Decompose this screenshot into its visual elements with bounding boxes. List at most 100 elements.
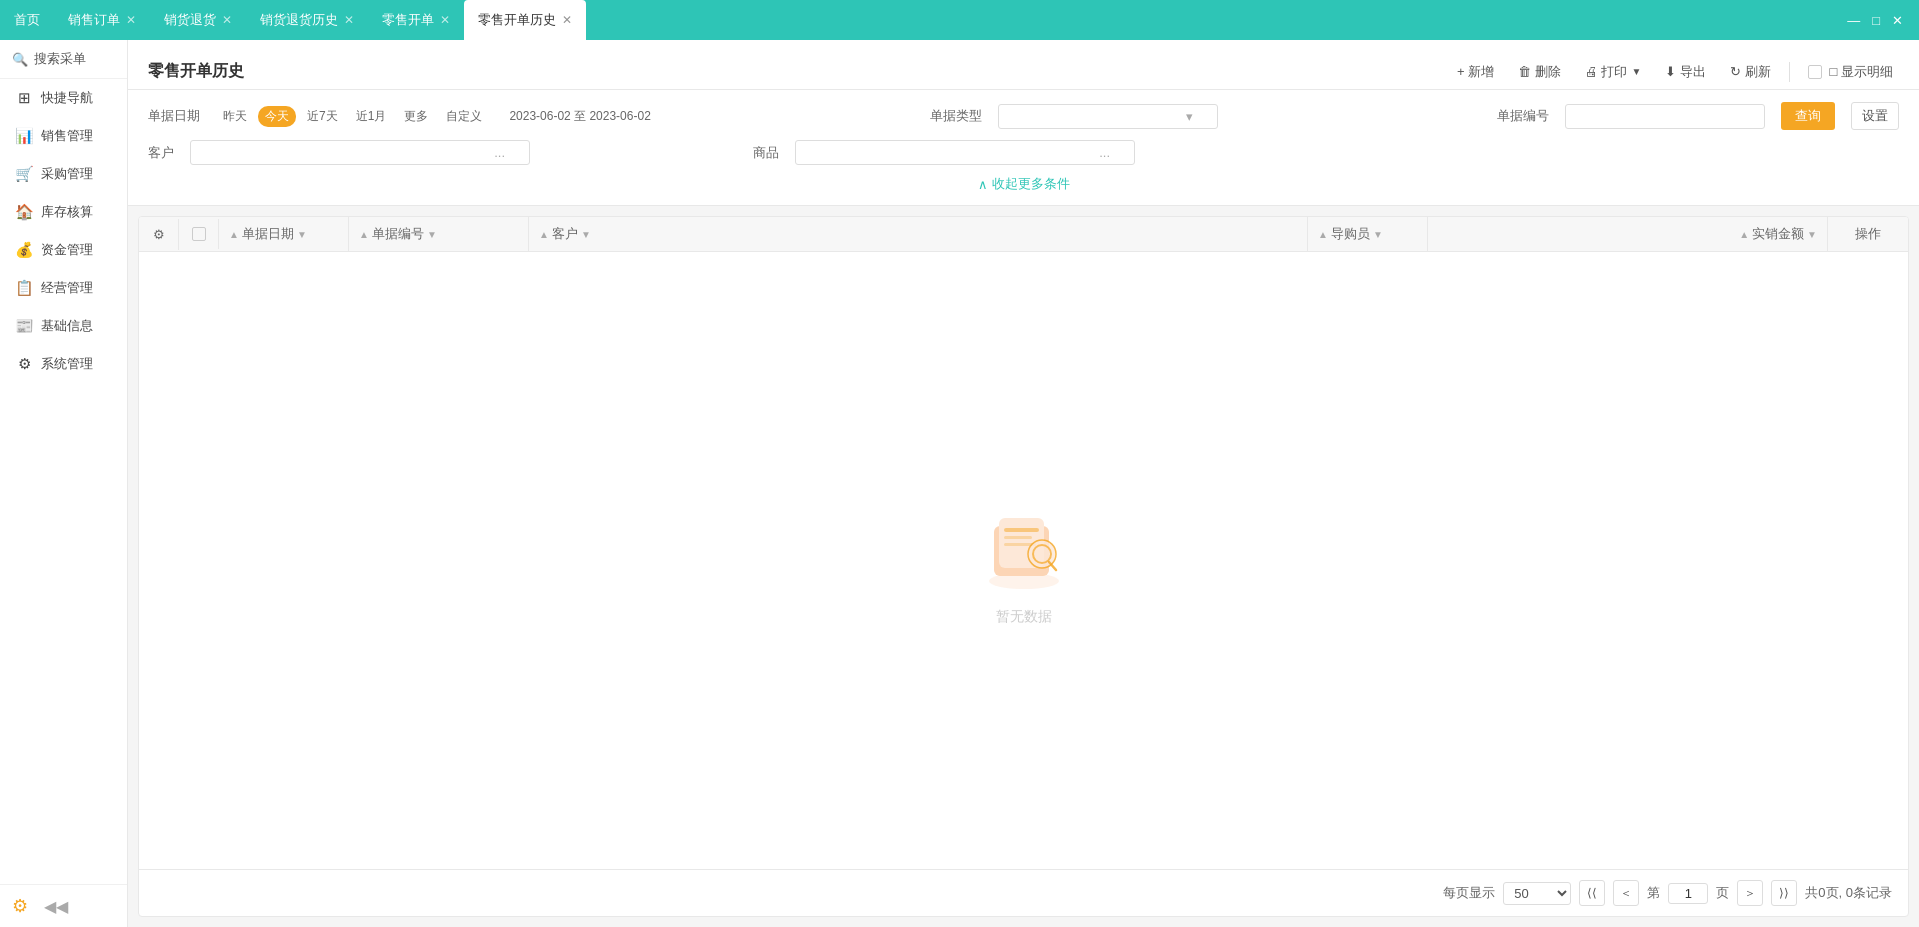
collapse-label: 收起更多条件 [992,175,1070,193]
type-filter-label: 单据类型 [930,107,982,125]
finance-icon: 💰 [15,241,33,259]
export-button[interactable]: ⬇ 导出 [1659,59,1712,85]
date-range-display: 2023-06-02 至 2023-06-02 [509,108,650,125]
date-filter-buttons: 昨天 今天 近7天 近1月 更多 自定义 [216,106,489,127]
tab-sales-return-history[interactable]: 销货退货历史 ✕ [246,0,368,40]
number-filter-input[interactable] [1565,104,1765,129]
empty-state: 暂无数据 [139,252,1908,869]
sidebar-item-basic-info[interactable]: 📰 基础信息 [0,307,127,345]
th-gear[interactable]: ⚙ [139,219,179,250]
toolbar-separator [1789,62,1790,82]
sidebar-item-quick-nav[interactable]: ⊞ 快捷导航 [0,79,127,117]
first-page-btn[interactable]: ⟨⟨ [1579,880,1605,906]
sidebar-item-finance[interactable]: 💰 资金管理 [0,231,127,269]
th-number: ▲ 单据编号 ▼ [349,217,529,251]
sort-down-date[interactable]: ▼ [297,229,307,240]
sidebar-item-system[interactable]: ⚙ 系统管理 [0,345,127,383]
tab-sales-return[interactable]: 销货退货 ✕ [150,0,246,40]
page-label: 第 [1647,884,1660,902]
window-close[interactable]: ✕ [1892,13,1903,28]
query-button[interactable]: 查询 [1781,102,1835,130]
sidebar-settings-icon[interactable]: ⚙ [12,895,28,917]
svg-rect-4 [1004,536,1032,539]
sort-up-date[interactable]: ▲ [229,229,239,240]
window-maximize[interactable]: □ [1872,13,1880,28]
next-page-btn[interactable]: ＞ [1737,880,1763,906]
date-btn-more[interactable]: 更多 [397,106,435,127]
refresh-button[interactable]: ↻ 刷新 [1724,59,1777,85]
page-number-input[interactable] [1668,883,1708,904]
top-tabbar: 首页 销售订单 ✕ 销货退货 ✕ 销货退货历史 ✕ 零售开单 ✕ 零售开单历史 … [0,0,1919,40]
per-page-label: 每页显示 [1443,884,1495,902]
sort-down-guide[interactable]: ▼ [1373,229,1383,240]
sort-up-guide[interactable]: ▲ [1318,229,1328,240]
tab-sales-order[interactable]: 销售订单 ✕ [54,0,150,40]
sidebar-item-purchase-mgmt[interactable]: 🛒 采购管理 [0,155,127,193]
table-header: ⚙ ▲ 单据日期 ▼ ▲ 单据编号 ▼ ▲ 客户 ▼ [139,217,1908,252]
empty-text: 暂无数据 [996,608,1052,626]
sidebar: 🔍 搜索采单 ⊞ 快捷导航 📊 销售管理 🛒 采购管理 🏠 库存核算 💰 资金管… [0,40,128,927]
toolbar-right: + 新增 🗑 删除 🖨 打印 ▼ ⬇ 导出 ↻ 刷新 □ [1451,59,1899,85]
window-controls: — □ ✕ [1847,13,1919,28]
total-text: 共0页, 0条记录 [1805,884,1892,902]
table-area: ⚙ ▲ 单据日期 ▼ ▲ 单据编号 ▼ ▲ 客户 ▼ [138,216,1909,917]
sidebar-search[interactable]: 🔍 搜索采单 [0,40,127,79]
tab-retail-history[interactable]: 零售开单历史 ✕ [464,0,586,40]
th-amount: ▲ 实销金额 ▼ [1428,217,1828,251]
display-detail-button[interactable]: □ 显示明细 [1802,59,1899,85]
settings-button[interactable]: 设置 [1851,102,1899,130]
tab-retail-open[interactable]: 零售开单 ✕ [368,0,464,40]
filter-row-2: 客户 ... 商品 ... [148,140,1899,165]
goods-filter-select[interactable]: ... [795,140,1135,165]
filter-row-1: 单据日期 昨天 今天 近7天 近1月 更多 自定义 2023-06-02 至 2… [148,102,1899,130]
sidebar-collapse-icon[interactable]: ◀◀ [44,897,68,916]
sort-up-customer[interactable]: ▲ [539,229,549,240]
print-button[interactable]: 🖨 打印 ▼ [1579,59,1648,85]
last-page-btn[interactable]: ⟩⟩ [1771,880,1797,906]
svg-rect-3 [1004,528,1039,532]
delete-button[interactable]: 🗑 删除 [1512,59,1567,85]
basic-info-icon: 📰 [15,317,33,335]
collapse-bar[interactable]: ∧ 收起更多条件 [148,175,1899,193]
page-title: 零售开单历史 [148,61,244,82]
tab-close-retail-history[interactable]: ✕ [562,13,572,27]
filter-area: 单据日期 昨天 今天 近7天 近1月 更多 自定义 2023-06-02 至 2… [128,90,1919,206]
add-button[interactable]: + 新增 [1451,59,1500,85]
sort-down-customer[interactable]: ▼ [581,229,591,240]
sidebar-item-inventory[interactable]: 🏠 库存核算 [0,193,127,231]
sidebar-item-operations[interactable]: 📋 经营管理 [0,269,127,307]
tab-close-sales-return[interactable]: ✕ [222,13,232,27]
sort-down-number[interactable]: ▼ [427,229,437,240]
search-icon: 🔍 [12,52,28,67]
tab-close-sales-return-history[interactable]: ✕ [344,13,354,27]
date-btn-1month[interactable]: 近1月 [349,106,394,127]
tab-close-retail-open[interactable]: ✕ [440,13,450,27]
page-header: 零售开单历史 + 新增 🗑 删除 🖨 打印 ▼ ⬇ 导出 ↻ 刷新 [128,40,1919,90]
inventory-icon: 🏠 [15,203,33,221]
select-all-checkbox[interactable] [192,227,206,241]
sidebar-item-sales-mgmt[interactable]: 📊 销售管理 [0,117,127,155]
sort-up-number[interactable]: ▲ [359,229,369,240]
page-size-select[interactable]: 50 20 100 [1503,882,1571,905]
th-checkbox[interactable] [179,219,219,249]
customer-ellipsis: ... [494,145,505,160]
date-btn-yesterday[interactable]: 昨天 [216,106,254,127]
date-btn-custom[interactable]: 自定义 [439,106,489,127]
customer-filter-select[interactable]: ... [190,140,530,165]
sort-up-amount[interactable]: ▲ [1739,229,1749,240]
th-customer: ▲ 客户 ▼ [529,217,1308,251]
prev-page-btn[interactable]: ＜ [1613,880,1639,906]
sort-down-amount[interactable]: ▼ [1807,229,1817,240]
tab-home[interactable]: 首页 [0,0,54,40]
empty-illustration [974,496,1074,596]
operations-icon: 📋 [15,279,33,297]
type-filter-select[interactable]: ▾ [998,104,1218,129]
th-guide: ▲ 导购员 ▼ [1308,217,1428,251]
date-btn-today[interactable]: 今天 [258,106,296,127]
content-area: 零售开单历史 + 新增 🗑 删除 🖨 打印 ▼ ⬇ 导出 ↻ 刷新 [128,40,1919,927]
window-minimize[interactable]: — [1847,13,1860,28]
date-btn-7days[interactable]: 近7天 [300,106,345,127]
main-layout: 🔍 搜索采单 ⊞ 快捷导航 📊 销售管理 🛒 采购管理 🏠 库存核算 💰 资金管… [0,40,1919,927]
tab-close-sales-order[interactable]: ✕ [126,13,136,27]
purchase-icon: 🛒 [15,165,33,183]
